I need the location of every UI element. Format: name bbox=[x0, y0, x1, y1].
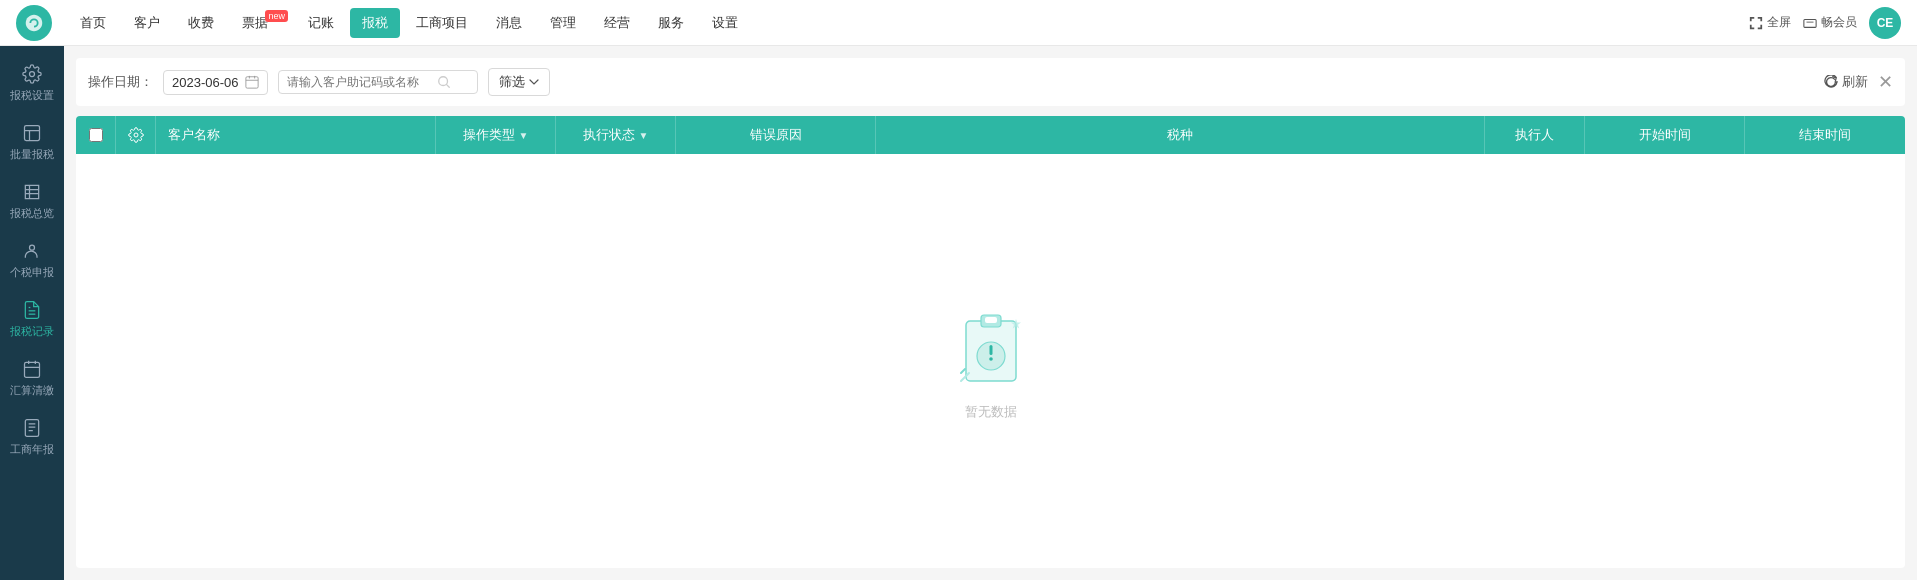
th-op-type[interactable]: 操作类型 ▼ bbox=[436, 116, 556, 154]
content-area: 操作日期： 2023-06-06 筛选 刷新 ✕ bbox=[64, 46, 1917, 580]
svg-rect-2 bbox=[25, 126, 40, 141]
empty-state: 暂无数据 bbox=[911, 261, 1071, 461]
th-tax-type: 税种 bbox=[876, 116, 1485, 154]
top-right: 全屏 畅会员 CE bbox=[1749, 7, 1901, 39]
close-button[interactable]: ✕ bbox=[1878, 73, 1893, 91]
nav-service[interactable]: 服务 bbox=[646, 8, 696, 38]
search-input[interactable] bbox=[287, 75, 437, 89]
top-nav: 首页 客户 收费 票据 new 记账 报税 工商项目 消息 管理 经营 服务 设… bbox=[0, 0, 1917, 46]
th-error-reason: 错误原因 bbox=[676, 116, 876, 154]
nav-manage[interactable]: 管理 bbox=[538, 8, 588, 38]
th-exec-status[interactable]: 执行状态 ▼ bbox=[556, 116, 676, 154]
sort-arrow-optype: ▼ bbox=[519, 130, 529, 141]
th-end-time: 结束时间 bbox=[1745, 116, 1905, 154]
sidebar-item-tax-record[interactable]: 报税记录 bbox=[0, 290, 64, 349]
svg-rect-16 bbox=[989, 345, 992, 355]
fullscreen-btn[interactable]: 全屏 bbox=[1749, 14, 1791, 31]
svg-point-1 bbox=[30, 72, 35, 77]
vip-btn[interactable]: 畅会员 bbox=[1803, 14, 1857, 31]
sidebar-item-personal-tax[interactable]: 个税申报 bbox=[0, 231, 64, 290]
svg-rect-8 bbox=[25, 420, 38, 437]
sidebar-item-tax-overview[interactable]: 报税总览 bbox=[0, 172, 64, 231]
svg-point-17 bbox=[989, 357, 993, 361]
nav-operation[interactable]: 经营 bbox=[592, 8, 642, 38]
nav-invoice[interactable]: 票据 new bbox=[230, 8, 292, 38]
empty-text: 暂无数据 bbox=[965, 403, 1017, 421]
nav-accounting[interactable]: 记账 bbox=[296, 8, 346, 38]
th-gear[interactable] bbox=[116, 116, 156, 154]
th-customer-name: 客户名称 bbox=[156, 116, 436, 154]
filter-button[interactable]: 筛选 bbox=[488, 68, 550, 96]
sidebar-item-annual-report[interactable]: 工商年报 bbox=[0, 408, 64, 467]
empty-illustration bbox=[951, 301, 1031, 391]
sidebar: 报税设置 批量报税 报税总览 个税申报 bbox=[0, 46, 64, 580]
nav-settings[interactable]: 设置 bbox=[700, 8, 750, 38]
nav-home[interactable]: 首页 bbox=[68, 8, 118, 38]
nav-tax[interactable]: 报税 bbox=[350, 8, 400, 38]
nav-business[interactable]: 工商项目 bbox=[404, 8, 480, 38]
svg-rect-14 bbox=[985, 317, 997, 323]
svg-rect-7 bbox=[25, 362, 40, 377]
nav-message[interactable]: 消息 bbox=[484, 8, 534, 38]
svg-line-19 bbox=[961, 369, 965, 373]
th-executor: 执行人 bbox=[1485, 116, 1585, 154]
nav-fee[interactable]: 收费 bbox=[176, 8, 226, 38]
sidebar-item-batch-tax[interactable]: 批量报税 bbox=[0, 113, 64, 172]
main-layout: 报税设置 批量报税 报税总览 个税申报 bbox=[0, 46, 1917, 580]
toolbar-right: 刷新 ✕ bbox=[1824, 73, 1893, 91]
th-start-time: 开始时间 bbox=[1585, 116, 1745, 154]
svg-rect-0 bbox=[1804, 19, 1816, 27]
select-all-checkbox[interactable] bbox=[89, 128, 103, 142]
table-body: 暂无数据 bbox=[76, 154, 1905, 568]
refresh-button[interactable]: 刷新 bbox=[1824, 73, 1868, 91]
new-badge: new bbox=[265, 10, 288, 23]
nav-items: 首页 客户 收费 票据 new 记账 报税 工商项目 消息 管理 经营 服务 设… bbox=[68, 8, 1749, 38]
date-picker[interactable]: 2023-06-06 bbox=[163, 70, 268, 95]
svg-rect-9 bbox=[245, 77, 257, 88]
sidebar-item-tax-settings[interactable]: 报税设置 bbox=[0, 54, 64, 113]
sidebar-item-annual-settlement[interactable]: 汇算清缴 bbox=[0, 349, 64, 408]
logo[interactable] bbox=[16, 5, 52, 41]
svg-point-11 bbox=[134, 133, 138, 137]
table-header: 客户名称 操作类型 ▼ 执行状态 ▼ 错误原因 税种 执行人 bbox=[76, 116, 1905, 154]
svg-point-3 bbox=[30, 245, 35, 250]
search-box[interactable] bbox=[278, 70, 478, 94]
table: 客户名称 操作类型 ▼ 执行状态 ▼ 错误原因 税种 执行人 bbox=[76, 116, 1905, 568]
sort-arrow-status: ▼ bbox=[639, 130, 649, 141]
nav-customer[interactable]: 客户 bbox=[122, 8, 172, 38]
avatar[interactable]: CE bbox=[1869, 7, 1901, 39]
toolbar: 操作日期： 2023-06-06 筛选 刷新 ✕ bbox=[76, 58, 1905, 106]
th-checkbox[interactable] bbox=[76, 116, 116, 154]
date-label: 操作日期： bbox=[88, 73, 153, 91]
